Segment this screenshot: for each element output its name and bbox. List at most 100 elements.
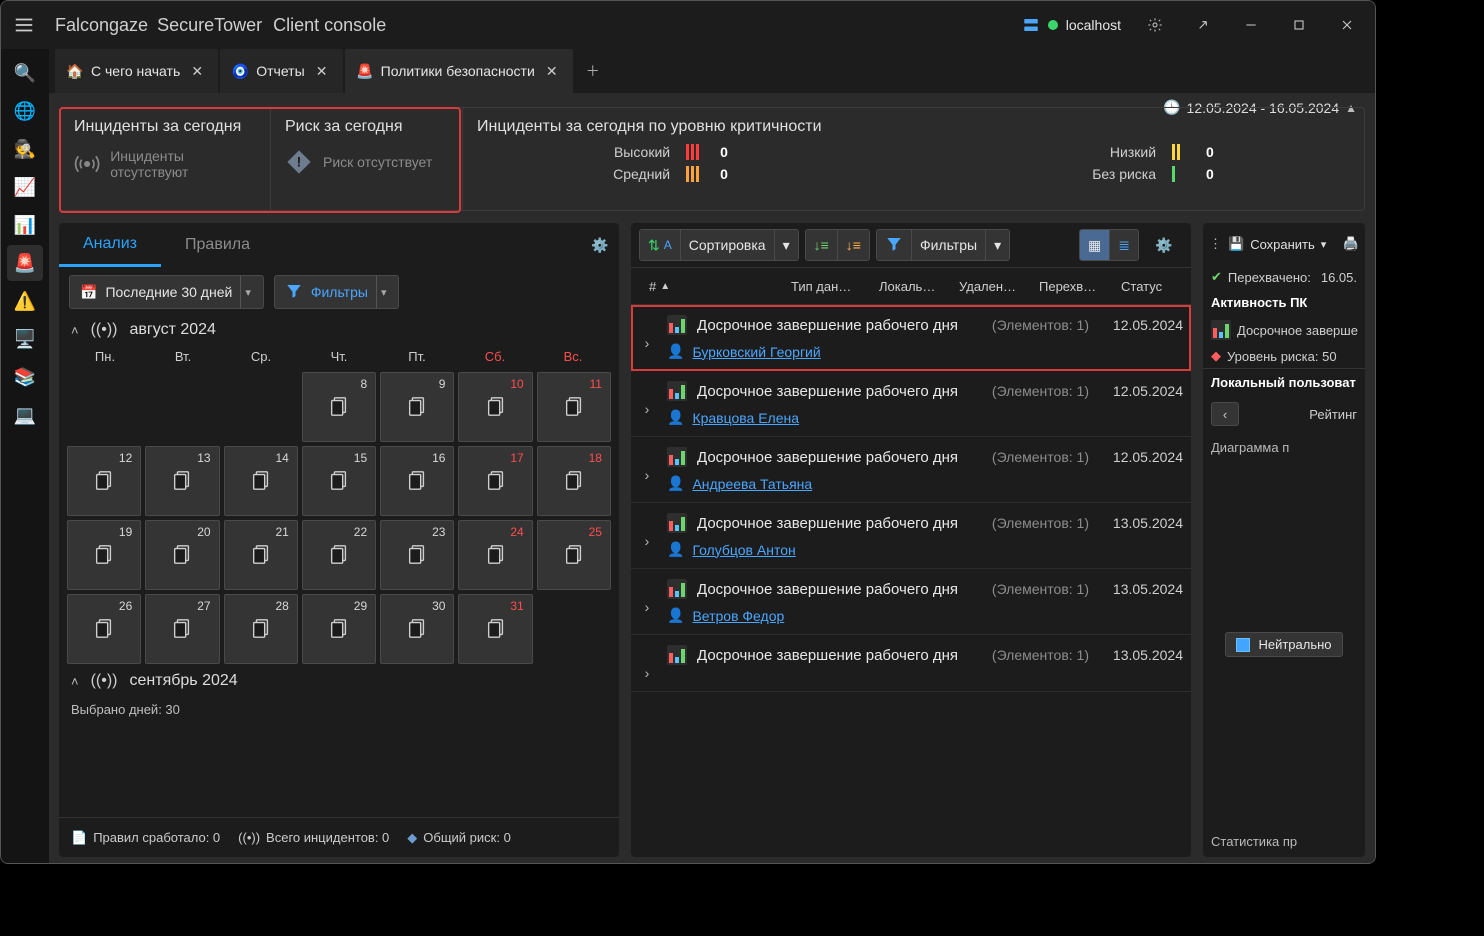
calendar-day[interactable]: 31 <box>458 594 532 664</box>
diagram-title: Диаграмма п <box>1203 432 1365 463</box>
server-indicator[interactable]: localhost <box>1016 16 1127 34</box>
tab-close[interactable]: ✕ <box>543 62 561 80</box>
calendar-day[interactable] <box>67 372 141 442</box>
calendar-day[interactable] <box>537 594 611 664</box>
expand-icon[interactable]: › <box>635 315 659 351</box>
nav-item-1[interactable]: 🔍 <box>7 55 43 91</box>
calendar-day[interactable]: 22 <box>302 520 376 590</box>
calendar-day[interactable]: 14 <box>224 446 298 516</box>
collapse-month[interactable]: ˄ <box>71 674 79 689</box>
tab-reports[interactable]: 🧿 Отчеты ✕ <box>220 49 342 93</box>
collapse-month[interactable]: ˄ <box>71 323 79 338</box>
expand-icon[interactable]: › <box>635 381 659 417</box>
col-date[interactable]: Перехв… <box>1029 279 1111 294</box>
calendar-day[interactable]: 13 <box>145 446 219 516</box>
incident-row[interactable]: ›Досрочное завершение рабочего дня(Элеме… <box>631 371 1191 437</box>
card-subtitle: Риск отсутствует <box>323 154 432 170</box>
incident-user-link[interactable]: Бурковский Георгий <box>692 344 820 360</box>
calendar-day[interactable]: 23 <box>380 520 454 590</box>
activity-heading: Активность ПК <box>1203 289 1365 316</box>
analysis-settings[interactable]: ⚙️ <box>581 226 619 264</box>
maximize-button[interactable] <box>1279 1 1319 49</box>
filters-dropdown[interactable]: Фильтры ▾ <box>876 229 1010 261</box>
sort-direction[interactable]: ↓≡ ↓≡ <box>805 229 870 261</box>
incident-user-link[interactable]: Андреева Татьяна <box>692 476 812 492</box>
period-button[interactable]: 📅 Последние 30 дней ▾ <box>69 275 264 309</box>
calendar-day[interactable]: 18 <box>537 446 611 516</box>
calendar-day[interactable]: 27 <box>145 594 219 664</box>
calendar-day[interactable]: 11 <box>537 372 611 442</box>
menu-button[interactable] <box>1 1 47 49</box>
incident-title: Досрочное завершение рабочего дня <box>697 581 958 598</box>
nav-item-4[interactable]: 📈 <box>7 169 43 205</box>
close-button[interactable] <box>1327 1 1367 49</box>
calendar-day[interactable]: 8 <box>302 372 376 442</box>
tab-start[interactable]: 🏠 С чего начать ✕ <box>55 49 218 93</box>
calendar-day[interactable]: 17 <box>458 446 532 516</box>
calendar-day[interactable] <box>224 372 298 442</box>
incident-row[interactable]: ›Досрочное завершение рабочего дня(Элеме… <box>631 569 1191 635</box>
tool-button[interactable] <box>1183 1 1223 49</box>
calendar-day[interactable] <box>145 372 219 442</box>
filters-button[interactable]: Фильтры ▾ <box>274 275 400 309</box>
incident-user-link[interactable]: Ветров Федор <box>692 608 784 624</box>
nav-item-policies[interactable]: 🚨 <box>7 245 43 281</box>
calendar-day[interactable]: 24 <box>458 520 532 590</box>
nav-sidebar: 🔍 🌐 🕵️ 📈 📊 🚨 ⚠️ 🖥️ 📚 💻 <box>1 49 49 863</box>
calendar-day[interactable]: 16 <box>380 446 454 516</box>
calendar-day[interactable]: 26 <box>67 594 141 664</box>
incident-elements: (Элементов: 1) <box>992 647 1089 663</box>
calendar-grid: 891011 12131415161718 19202122232425 262728… <box>59 368 619 668</box>
calendar-day[interactable]: 28 <box>224 594 298 664</box>
col-status[interactable]: Статус <box>1111 279 1183 294</box>
calendar-day[interactable]: 20 <box>145 520 219 590</box>
tab-policies[interactable]: 🚨 Политики безопасности ✕ <box>345 49 573 93</box>
incident-row[interactable]: ›Досрочное завершение рабочего дня(Элеме… <box>631 503 1191 569</box>
calendar-day[interactable]: 21 <box>224 520 298 590</box>
incident-row[interactable]: ›Досрочное завершение рабочего дня(Элеме… <box>631 635 1191 692</box>
calendar-day[interactable]: 9 <box>380 372 454 442</box>
tab-rules[interactable]: Правила <box>161 223 274 267</box>
sort-button[interactable]: ⇅A Сортировка ▾ <box>639 229 799 261</box>
incidents-settings[interactable]: ⚙️ <box>1145 226 1183 264</box>
nav-item-2[interactable]: 🌐 <box>7 93 43 129</box>
tab-close[interactable]: ✕ <box>188 62 206 80</box>
nav-item-8[interactable]: 🖥️ <box>7 321 43 357</box>
tab-analysis[interactable]: Анализ <box>59 223 161 267</box>
incident-row[interactable]: ›Досрочное завершение рабочего дня(Элеме… <box>631 305 1191 371</box>
calendar-day[interactable]: 10 <box>458 372 532 442</box>
nav-item-10[interactable]: 💻 <box>7 397 43 433</box>
risk-today-card: Риск за сегодня ! Риск отсутствует <box>270 108 462 210</box>
calendar-day[interactable]: 12 <box>67 446 141 516</box>
doc-icon <box>93 541 115 570</box>
view-toggle[interactable]: ▦ ≣ <box>1079 229 1139 261</box>
calendar-day[interactable]: 25 <box>537 520 611 590</box>
col-num[interactable]: # ▲ <box>639 279 669 294</box>
settings-button[interactable] <box>1135 1 1175 49</box>
incident-user-link[interactable]: Кравцова Елена <box>692 410 799 426</box>
col-remote[interactable]: Удален… <box>949 279 1029 294</box>
calendar-day[interactable]: 30 <box>380 594 454 664</box>
tab-close[interactable]: ✕ <box>313 62 331 80</box>
expand-icon[interactable]: › <box>635 447 659 483</box>
incident-user-link[interactable]: Голубцов Антон <box>692 542 795 558</box>
nav-item-5[interactable]: 📊 <box>7 207 43 243</box>
calendar-day[interactable]: 29 <box>302 594 376 664</box>
pager-prev[interactable]: ‹ <box>1211 402 1239 426</box>
add-tab-button[interactable]: ＋ <box>575 49 611 93</box>
print-button[interactable]: 🖨️ <box>1343 236 1359 252</box>
col-type[interactable]: Тип дан… <box>781 279 869 294</box>
calendar-day[interactable]: 15 <box>302 446 376 516</box>
incident-row[interactable]: ›Досрочное завершение рабочего дня(Элеме… <box>631 437 1191 503</box>
save-button[interactable]: 💾 Сохранить ▾ <box>1228 236 1326 252</box>
more-icon[interactable]: ⋮ <box>1209 236 1222 252</box>
calendar-day[interactable]: 19 <box>67 520 141 590</box>
nav-item-9[interactable]: 📚 <box>7 359 43 395</box>
expand-icon[interactable]: › <box>635 645 659 681</box>
nav-item-7[interactable]: ⚠️ <box>7 283 43 319</box>
nav-item-3[interactable]: 🕵️ <box>7 131 43 167</box>
expand-icon[interactable]: › <box>635 579 659 615</box>
col-local[interactable]: Локаль… <box>869 279 949 294</box>
expand-icon[interactable]: › <box>635 513 659 549</box>
minimize-button[interactable] <box>1231 1 1271 49</box>
